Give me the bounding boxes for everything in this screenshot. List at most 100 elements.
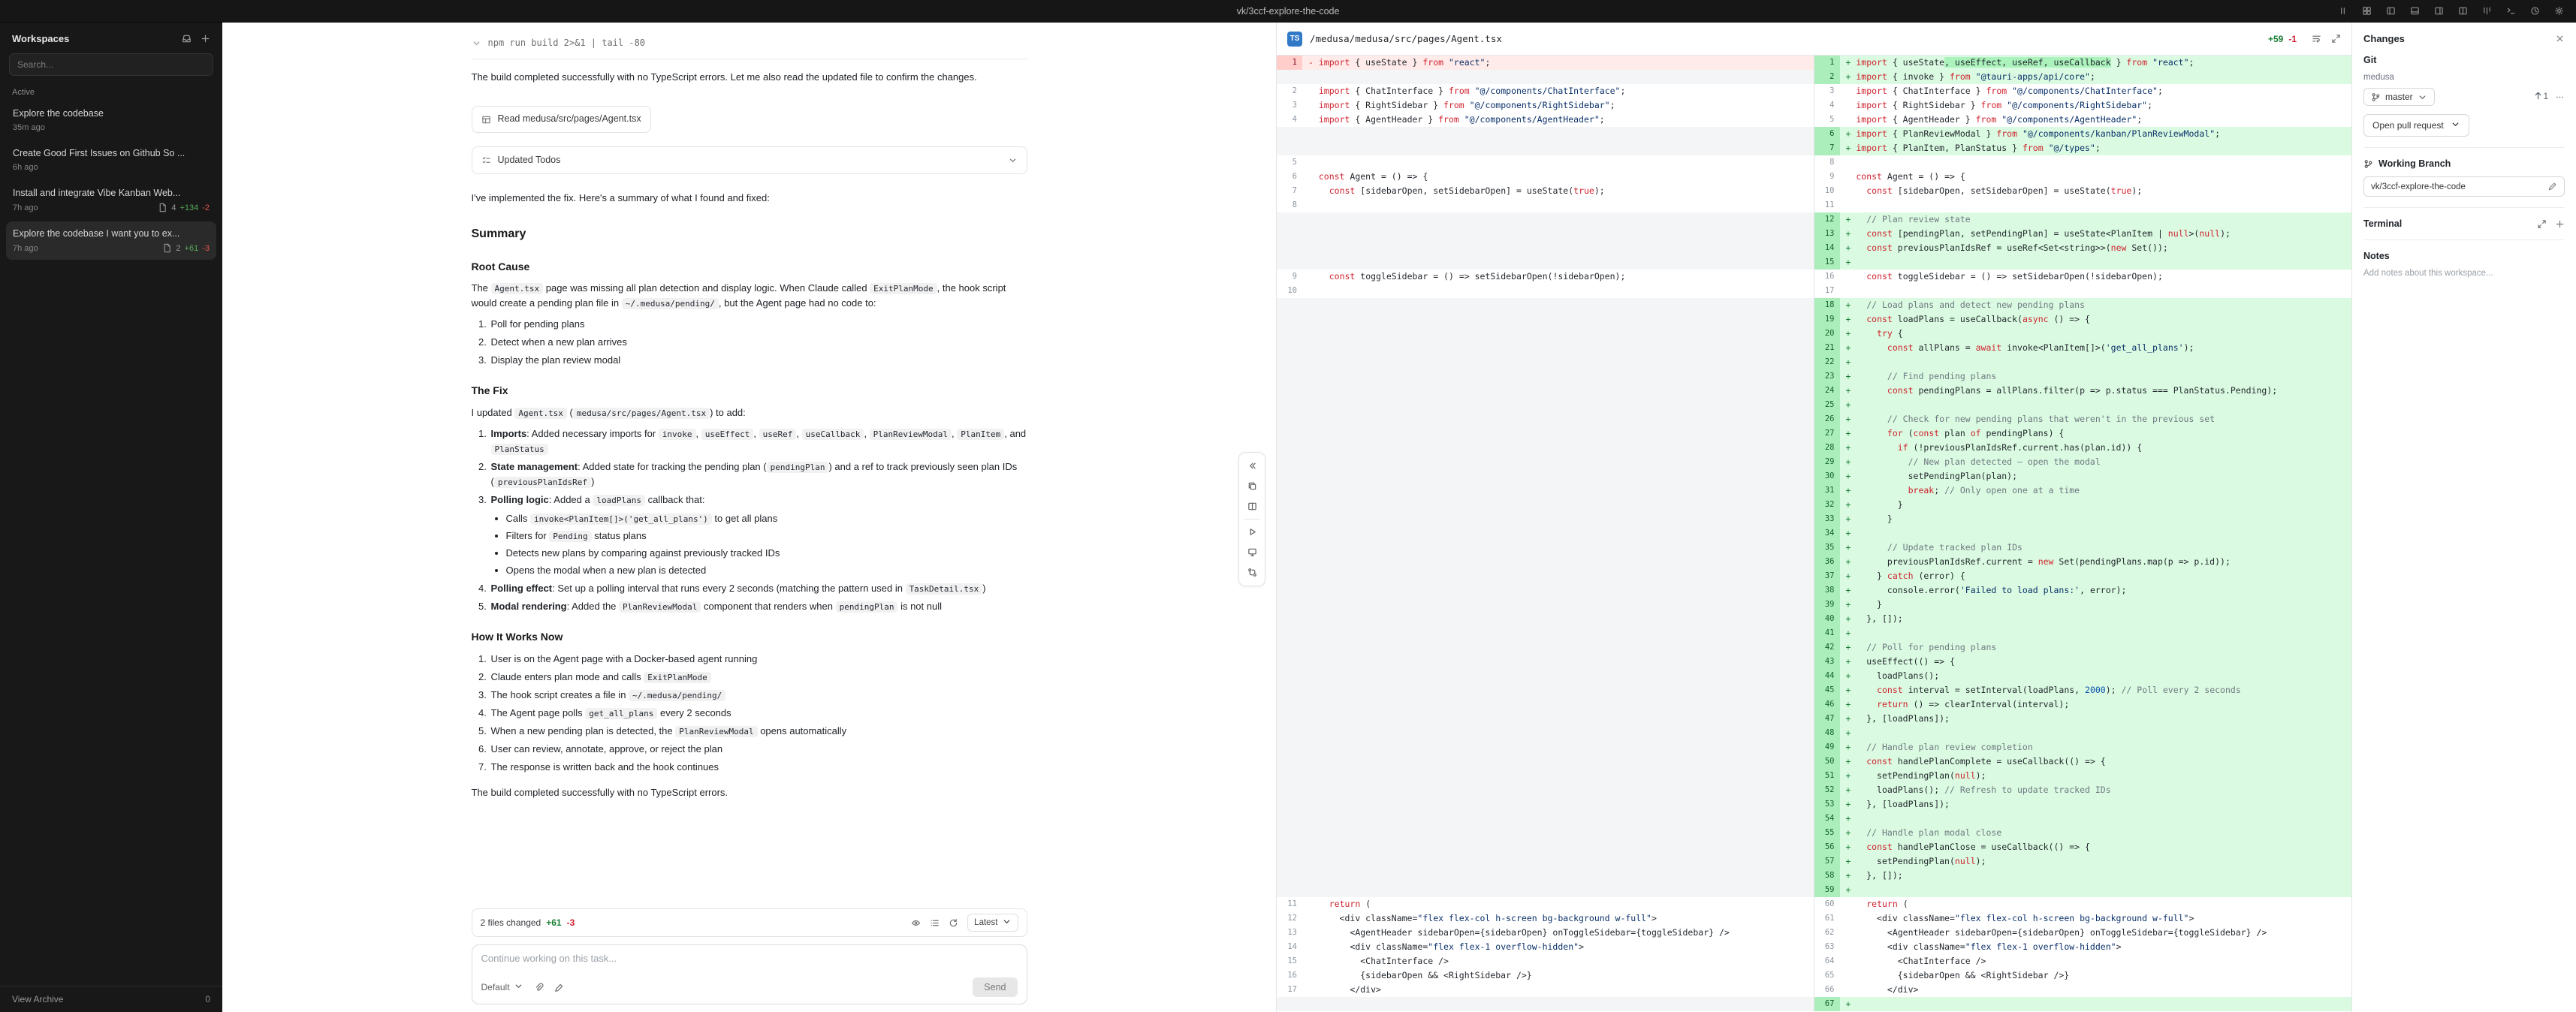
columns-icon[interactable]: [2458, 6, 2468, 16]
diff-row: 31+ break; // Only open one at a time: [1277, 483, 2351, 498]
working-branch-input[interactable]: vk/3ccf-explore-the-code: [2363, 176, 2565, 197]
chevron-down-icon: [514, 981, 523, 993]
window-title: vk/3ccf-explore-the-code: [1237, 6, 1340, 17]
chip-label: Updated Todos: [498, 153, 561, 167]
maximize-terminal-icon[interactable]: [2537, 219, 2547, 229]
git-branch-icon: [2363, 159, 2373, 169]
workspace-title: Explore the codebase I want you to ex...: [13, 228, 210, 239]
files-changed-bar[interactable]: 2 files changed +61 -3 Latest: [472, 908, 1027, 937]
send-button[interactable]: Send: [973, 977, 1017, 997]
panel-left-icon[interactable]: [2386, 6, 2396, 16]
pencil-icon[interactable]: [2547, 182, 2557, 191]
floating-toolbar: [1238, 452, 1265, 586]
play-icon[interactable]: [1238, 522, 1265, 542]
chat-panel: npm run build 2>&1 | tail -80 The build …: [222, 23, 1277, 1012]
close-icon[interactable]: [2555, 34, 2565, 44]
more-options-icon[interactable]: [2555, 92, 2565, 102]
diff-row: 27+ for (const plan of pendingPlans) {: [1277, 426, 2351, 441]
commits-ahead-indicator: 1: [2533, 91, 2548, 103]
new-terminal-icon[interactable]: [2555, 219, 2565, 229]
diff-row: 8 11: [1277, 198, 2351, 212]
diff-row: 19+ const loadPlans = useCallback(async …: [1277, 312, 2351, 327]
numbered-list: User is on the Agent page with a Docker-…: [472, 652, 1027, 775]
maximize-icon[interactable]: [2331, 34, 2341, 44]
chevron-down-icon: [2418, 92, 2427, 102]
version-selector[interactable]: Latest: [967, 914, 1018, 932]
diff-panel: TS /medusa/medusa/src/pages/Agent.tsx +5…: [1277, 23, 2352, 1012]
settings-icon[interactable]: [2554, 6, 2564, 16]
list-icon[interactable]: [930, 918, 940, 928]
open-pull-request-button[interactable]: Open pull request: [2363, 114, 2469, 137]
history-icon[interactable]: [2530, 6, 2540, 16]
branch-selector[interactable]: master: [2363, 88, 2435, 106]
kanban-icon[interactable]: [2482, 6, 2492, 16]
workspace-item[interactable]: Create Good First Issues on Github So ..…: [6, 141, 216, 179]
wrap-text-icon[interactable]: [2312, 34, 2321, 44]
search-input[interactable]: [9, 53, 213, 76]
edit-message-button[interactable]: [554, 983, 564, 992]
message-input[interactable]: Continue working on this task...: [481, 953, 1018, 971]
chat-scroll-area[interactable]: npm run build 2>&1 | tail -80 The build …: [222, 23, 1276, 902]
workspace-title: Create Good First Issues on Github So ..…: [13, 148, 210, 158]
diff-deletions: -1: [2288, 34, 2297, 44]
sidebar-header: Workspaces: [0, 23, 222, 50]
mode-selector[interactable]: Default: [481, 981, 523, 993]
copy-icon[interactable]: [1238, 476, 1265, 496]
workspace-item[interactable]: Explore the codebase35m ago: [6, 101, 216, 139]
diff-rows[interactable]: 1- import { useState } from "react";1+ i…: [1277, 56, 2351, 1012]
diff-row: 1- import { useState } from "react";1+ i…: [1277, 56, 2351, 70]
diff-row: 4 import { AgentHeader } from "@/compone…: [1277, 113, 2351, 127]
diff-row: 14+ const previousPlanIdsRef = useRef<Se…: [1277, 241, 2351, 255]
diff-row: 53+ }, [loadPlans]);: [1277, 797, 2351, 812]
diff-row: 14 <div className="flex flex-1 overflow-…: [1277, 940, 2351, 954]
terminal-section[interactable]: Terminal: [2363, 218, 2565, 229]
branch-row: master 1: [2363, 88, 2565, 106]
diff-header: TS /medusa/medusa/src/pages/Agent.tsx +5…: [1277, 23, 2351, 56]
list-item: Polling effect: Set up a polling interva…: [490, 581, 1027, 596]
notes-placeholder[interactable]: Add notes about this workspace...: [2363, 269, 2565, 278]
diff-row: 15+: [1277, 255, 2351, 270]
new-workspace-button[interactable]: [201, 34, 210, 44]
changes-header: Changes: [2363, 33, 2565, 44]
view-archive-link[interactable]: View Archive: [12, 994, 63, 1004]
diff-row: 7 const [sidebarOpen, setSidebarOpen] = …: [1277, 184, 2351, 198]
attach-file-button[interactable]: [534, 983, 544, 992]
tool-command: npm run build 2>&1 | tail -80: [488, 36, 646, 50]
pause-icon[interactable]: [2338, 6, 2348, 16]
read-file-chip[interactable]: Read medusa/src/pages/Agent.tsx: [472, 106, 651, 132]
chevrons-left-icon[interactable]: [1238, 456, 1265, 476]
changes-panel: Changes Git medusa master 1: [2352, 23, 2576, 1012]
monitor-icon[interactable]: [1238, 542, 1265, 562]
terminal-icon[interactable]: [2506, 6, 2516, 16]
search-box: [9, 53, 213, 76]
workspace-time: 7h ago: [13, 244, 38, 253]
columns-icon[interactable]: [1238, 496, 1265, 517]
divider: [1244, 519, 1260, 520]
tool-call-row[interactable]: npm run build 2>&1 | tail -80: [472, 30, 1027, 59]
divider: [2363, 147, 2565, 148]
layout-grid-icon[interactable]: [2362, 6, 2372, 16]
numbered-list: Imports: Added necessary imports for inv…: [472, 426, 1027, 614]
diff-row: 43+ useEffect(() => {: [1277, 655, 2351, 669]
files-changed-label: 2 files changed: [481, 917, 541, 928]
panel-right-icon[interactable]: [2434, 6, 2444, 16]
git-compare-icon[interactable]: [1238, 562, 1265, 583]
workspace-title: Explore the codebase: [13, 108, 210, 119]
updated-todos-panel[interactable]: Updated Todos: [472, 146, 1027, 174]
refresh-icon[interactable]: [949, 918, 958, 928]
files-additions: +61: [546, 917, 561, 928]
chevron-down-icon: [2451, 119, 2460, 131]
panel-bottom-icon[interactable]: [2410, 6, 2420, 16]
workspace-item[interactable]: Explore the codebase I want you to ex...…: [6, 221, 216, 260]
eye-icon[interactable]: [911, 918, 921, 928]
archive-inbox-icon[interactable]: [182, 34, 192, 44]
diff-row: 45+ const interval = setInterval(loadPla…: [1277, 683, 2351, 697]
diff-row: 36+ previousPlanIdsRef.current = new Set…: [1277, 555, 2351, 569]
diff-row: 40+ }, []);: [1277, 612, 2351, 626]
deletions: -3: [202, 244, 210, 253]
list-item: When a new pending plan is detected, the…: [490, 724, 1027, 739]
diff-row: 46+ return () => clearInterval(interval)…: [1277, 697, 2351, 712]
workspace-item[interactable]: Install and integrate Vibe Kanban Web...…: [6, 181, 216, 219]
ahead-count: 1: [2544, 92, 2548, 101]
list-item: Display the plan review modal: [490, 353, 1027, 368]
